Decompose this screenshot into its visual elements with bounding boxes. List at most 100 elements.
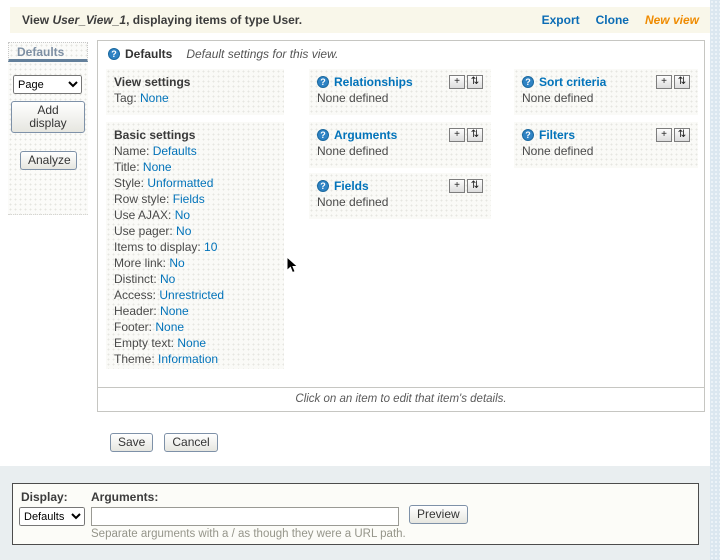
setting-value-link[interactable]: None [160,304,189,318]
setting-value-link[interactable]: None [177,336,206,350]
arguments-input[interactable] [91,507,399,526]
setting-label: Access: [114,288,160,302]
arguments-label: Arguments: [91,490,159,504]
setting-label: Title: [114,160,143,174]
preview-display-select[interactable]: Defaults [19,507,85,526]
setting-row: Row style: Fields [114,191,276,207]
setting-value-link[interactable]: Information [158,352,218,366]
setting-label: Distinct: [114,272,161,286]
panel-subtitle: Default settings for this view. [186,47,339,61]
setting-value-link[interactable]: No [175,208,190,222]
add-icon[interactable]: + [449,179,465,193]
sidebar-body: Page Add display Analyze [8,62,88,215]
arguments-help-text: Separate arguments with a / as though th… [91,528,406,540]
setting-row: Distinct: No [114,271,276,287]
rearrange-icon[interactable]: ⇅ [467,75,483,89]
view-name: User_View_1 [52,13,127,27]
setting-label: Empty text: [114,336,178,350]
preview-form: Display: Defaults Arguments: Preview Sep… [12,483,699,545]
filters-box: ? Filters + ⇅ None defined [514,122,698,168]
arguments-title-link[interactable]: Arguments [334,127,397,143]
setting-row: Name: Defaults [114,143,276,159]
rearrange-icon[interactable]: ⇅ [467,179,483,193]
panel-title: Defaults [125,47,173,61]
help-icon[interactable]: ? [317,129,329,141]
fields-title-link[interactable]: Fields [334,178,369,194]
add-icon[interactable]: + [449,128,465,142]
analyze-button[interactable]: Analyze [20,151,77,170]
rearrange-icon[interactable]: ⇅ [467,128,483,142]
preview-button[interactable]: Preview [409,505,468,524]
sort-criteria-title-link[interactable]: Sort criteria [539,74,606,90]
filters-empty: None defined [522,144,594,158]
setting-row: Access: Unrestricted [114,287,276,303]
setting-value-link[interactable]: No [169,256,184,270]
setting-value-link[interactable]: None [143,160,172,174]
display-label: Display: [21,490,68,504]
setting-value-link[interactable]: None [155,320,184,334]
rearrange-icon[interactable]: ⇅ [674,128,690,142]
add-display-button[interactable]: Add display [11,101,85,133]
arguments-box: ? Arguments + ⇅ None defined [309,122,491,168]
setting-row: Theme: Information [114,351,276,367]
arguments-header: ? Arguments + ⇅ [317,127,483,143]
setting-value-link[interactable]: No [176,224,191,238]
add-icon[interactable]: + [656,75,672,89]
setting-row: Items to display: 10 [114,239,276,255]
cancel-button[interactable]: Cancel [164,433,218,452]
view-action-links: Export Clone New view [542,13,699,27]
add-icon[interactable]: + [449,75,465,89]
tab-defaults[interactable]: Defaults [8,42,88,62]
setting-label: Footer: [114,320,156,334]
fields-header: ? Fields + ⇅ [317,178,483,194]
help-icon[interactable]: ? [317,76,329,88]
display-sidebar: Defaults Page Add display Analyze [8,42,88,218]
display-type-select[interactable]: Page [13,75,82,94]
panel-footer-hint: Click on an item to edit that item's det… [98,387,704,411]
mouse-cursor-icon [286,256,299,274]
setting-label: Tag: [114,91,141,105]
export-link[interactable]: Export [542,13,580,27]
setting-row: More link: No [114,255,276,271]
new-view-link[interactable]: New view [645,13,699,27]
setting-value-link[interactable]: No [160,272,175,286]
setting-value-link[interactable]: 10 [204,240,217,254]
setting-label: Row style: [114,192,173,206]
help-icon[interactable]: ? [522,129,534,141]
save-button[interactable]: Save [110,433,154,452]
setting-label: Use pager: [114,224,177,238]
help-icon[interactable]: ? [317,180,329,192]
sort-criteria-empty: None defined [522,91,594,105]
filters-title-link[interactable]: Filters [539,127,575,143]
setting-value-link[interactable]: Fields [173,192,205,206]
setting-row: Footer: None [114,319,276,335]
setting-value-link[interactable]: None [140,91,169,105]
setting-value-link[interactable]: Defaults [153,144,197,158]
setting-value-link[interactable]: Unrestricted [159,288,224,302]
view-settings-title: View settings [114,75,191,89]
filters-header: ? Filters + ⇅ [522,127,690,143]
ops-buttons: + ⇅ [656,75,690,89]
theme-edge-strip [710,0,720,560]
display-settings-panel: ? Defaults Default settings for this vie… [97,40,705,412]
view-summary-text: View User_View_1, displaying items of ty… [22,13,303,27]
relationships-header: ? Relationships + ⇅ [317,74,483,90]
setting-value-link[interactable]: Unformatted [147,176,213,190]
clone-link[interactable]: Clone [596,13,629,27]
arguments-empty: None defined [317,144,389,158]
ops-buttons: + ⇅ [449,128,483,142]
ops-buttons: + ⇅ [449,179,483,193]
relationships-title-link[interactable]: Relationships [334,74,413,90]
help-icon[interactable]: ? [108,48,120,60]
rearrange-icon[interactable]: ⇅ [674,75,690,89]
ops-buttons: + ⇅ [656,128,690,142]
help-icon[interactable]: ? [522,76,534,88]
setting-label: Use AJAX: [114,208,175,222]
fields-empty: None defined [317,195,389,209]
fields-box: ? Fields + ⇅ None defined [309,173,491,219]
add-icon[interactable]: + [656,128,672,142]
views-ui-page: View User_View_1, displaying items of ty… [0,0,720,560]
form-actions: Save Cancel [110,433,218,452]
sort-criteria-header: ? Sort criteria + ⇅ [522,74,690,90]
setting-row: Header: None [114,303,276,319]
